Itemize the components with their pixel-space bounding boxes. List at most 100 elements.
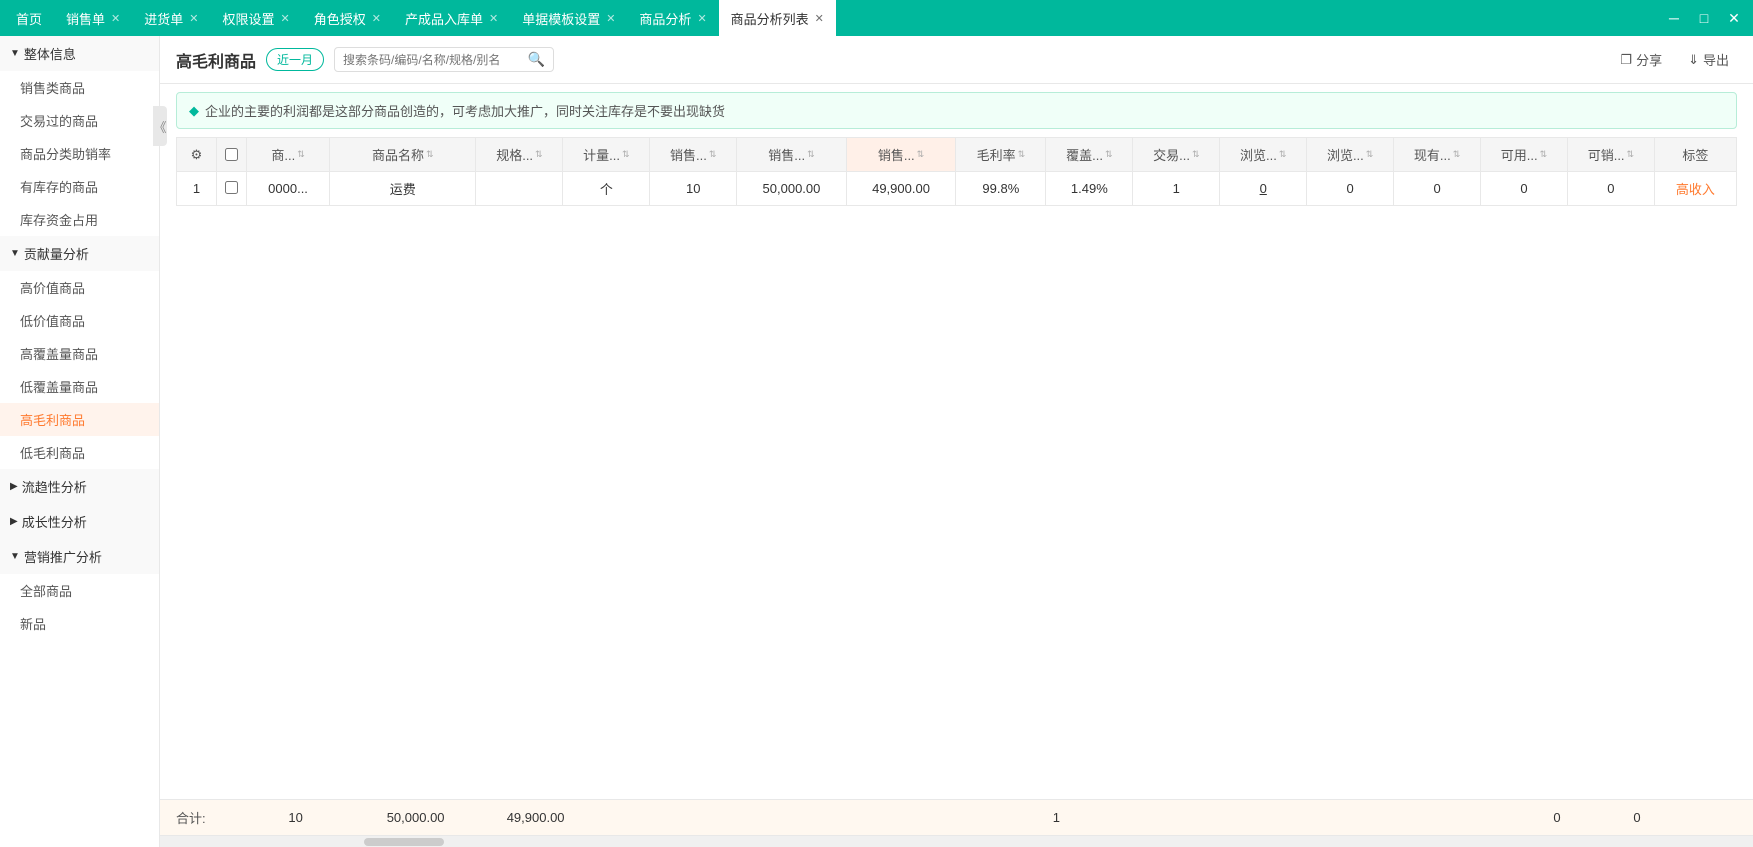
top-navigation: 首页 销售单 ✕ 进货单 ✕ 权限设置 ✕ 角色授权 ✕ 产成品入库单 ✕ 单据… (0, 0, 1753, 36)
sidebar-item-in-stock[interactable]: 有库存的商品 (0, 170, 159, 203)
cell-current: 0 (1394, 172, 1481, 206)
sidebar-item-sales-products[interactable]: 销售类商品 (0, 71, 159, 104)
sort-icon: ⇅ (917, 149, 925, 160)
cell-saleable: 0 (1567, 172, 1654, 206)
sidebar-group-marketing[interactable]: ▼ 营销推广分析 (0, 539, 159, 574)
search-input[interactable] (343, 53, 522, 67)
footer-sales2: 50,000.00 (356, 810, 476, 825)
minimize-button[interactable]: ─ (1659, 0, 1689, 36)
cell-coverage: 1.49% (1046, 172, 1133, 206)
nav-permissions[interactable]: 权限设置 ✕ (210, 0, 301, 36)
horizontal-scrollbar[interactable] (160, 835, 1753, 847)
sidebar-item-low-coverage[interactable]: 低覆盖量商品 (0, 370, 159, 403)
sidebar-item-category-rate[interactable]: 商品分类助销率 (0, 137, 159, 170)
col-product-name[interactable]: 商品名称⇅ (330, 138, 476, 172)
sidebar-item-new-products[interactable]: 新品 (0, 607, 159, 640)
search-icon[interactable]: 🔍 (528, 51, 545, 68)
col-sales1[interactable]: 销售...⇅ (650, 138, 737, 172)
sidebar-group-contribution[interactable]: ▼ 贡献量分析 (0, 236, 159, 271)
data-table: ⚙ 商...⇅ 商品名称⇅ 规格...⇅ (176, 137, 1737, 206)
sidebar-item-all-products[interactable]: 全部商品 (0, 574, 159, 607)
settings-icon: ⚙ (191, 147, 203, 163)
search-box: 🔍 (334, 47, 554, 72)
col-trades[interactable]: 交易...⇅ (1133, 138, 1220, 172)
sidebar-item-high-value[interactable]: 高价值商品 (0, 271, 159, 304)
footer-saleable: 0 (1597, 810, 1677, 825)
share-button[interactable]: ❐ 分享 (1612, 46, 1670, 73)
col-checkbox (217, 138, 247, 172)
col-browse1[interactable]: 浏览...⇅ (1220, 138, 1307, 172)
cell-sales1: 10 (650, 172, 737, 206)
col-available[interactable]: 可用...⇅ (1481, 138, 1568, 172)
sidebar-item-low-margin[interactable]: 低毛利商品 (0, 436, 159, 469)
cell-no: 1 (177, 172, 217, 206)
chevron-down-icon: ▼ (10, 551, 20, 562)
close-icon[interactable]: ✕ (815, 12, 824, 25)
close-icon[interactable]: ✕ (189, 12, 198, 25)
sort-icon: ⇅ (1105, 149, 1113, 160)
close-window-button[interactable]: ✕ (1719, 0, 1749, 36)
close-icon[interactable]: ✕ (697, 12, 706, 25)
cell-sales3: 49,900.00 (846, 172, 956, 206)
nav-roles[interactable]: 角色授权 ✕ (302, 0, 393, 36)
chevron-down-icon: ▼ (10, 248, 20, 259)
close-icon[interactable]: ✕ (606, 12, 615, 25)
select-all-checkbox[interactable] (225, 148, 238, 161)
sidebar-group-overall[interactable]: ▼ 整体信息 (0, 36, 159, 71)
col-gross-rate[interactable]: 毛利率⇅ (956, 138, 1046, 172)
col-code[interactable]: 商...⇅ (247, 138, 330, 172)
sidebar-item-traded-products[interactable]: 交易过的商品 (0, 104, 159, 137)
sidebar-group-growth[interactable]: ▶ 成长性分析 (0, 504, 159, 539)
browse1-link[interactable]: 0 (1260, 181, 1267, 196)
sidebar-collapse-button[interactable]: 《 (153, 106, 167, 146)
row-checkbox[interactable] (225, 181, 238, 194)
close-icon[interactable]: ✕ (489, 12, 498, 25)
close-icon[interactable]: ✕ (111, 12, 120, 25)
chevron-right-icon: ▶ (10, 481, 18, 492)
sort-icon: ⇅ (535, 149, 543, 160)
sort-icon: ⇅ (1453, 149, 1461, 160)
sidebar-item-high-coverage[interactable]: 高覆盖量商品 (0, 337, 159, 370)
info-icon: ◆ (189, 103, 199, 119)
nav-sales[interactable]: 销售单 ✕ (54, 0, 132, 36)
footer-spacer (596, 810, 1017, 825)
close-icon[interactable]: ✕ (281, 12, 290, 25)
window-controls: ─ □ ✕ (1659, 0, 1749, 36)
sidebar-item-low-value[interactable]: 低价值商品 (0, 304, 159, 337)
nav-product-analysis[interactable]: 商品分析 ✕ (627, 0, 718, 36)
cell-trades: 1 (1133, 172, 1220, 206)
export-button[interactable]: ⇓ 导出 (1680, 46, 1737, 73)
maximize-button[interactable]: □ (1689, 0, 1719, 36)
col-saleable[interactable]: 可销...⇅ (1567, 138, 1654, 172)
nav-finished-goods[interactable]: 产成品入库单 ✕ (393, 0, 510, 36)
col-coverage[interactable]: 覆盖...⇅ (1046, 138, 1133, 172)
col-sales3[interactable]: 销售...⇅ (846, 138, 956, 172)
col-settings[interactable]: ⚙ (177, 138, 217, 172)
period-button[interactable]: 近一月 (266, 48, 324, 71)
col-sales2[interactable]: 销售...⇅ (737, 138, 847, 172)
sidebar-item-inventory-capital[interactable]: 库存资金占用 (0, 203, 159, 236)
cell-checkbox (217, 172, 247, 206)
cell-browse1[interactable]: 0 (1220, 172, 1307, 206)
scroll-thumb[interactable] (364, 838, 444, 846)
footer-bar: 合计: 10 50,000.00 49,900.00 1 0 0 (160, 799, 1753, 835)
sort-icon: ⇅ (1627, 149, 1635, 160)
footer-sales3: 49,900.00 (476, 810, 596, 825)
chevron-down-icon: ▼ (10, 48, 20, 59)
nav-purchase[interactable]: 进货单 ✕ (132, 0, 210, 36)
col-current[interactable]: 现有...⇅ (1394, 138, 1481, 172)
table-header-row: ⚙ 商...⇅ 商品名称⇅ 规格...⇅ (177, 138, 1737, 172)
col-spec[interactable]: 规格...⇅ (476, 138, 563, 172)
close-icon[interactable]: ✕ (372, 12, 381, 25)
content-header: 高毛利商品 近一月 🔍 ❐ 分享 ⇓ 导出 (160, 36, 1753, 84)
export-icon: ⇓ (1688, 52, 1699, 68)
sidebar-item-high-margin[interactable]: 高毛利商品 (0, 403, 159, 436)
nav-home[interactable]: 首页 (4, 0, 54, 36)
footer-sales1: 10 (236, 810, 356, 825)
nav-template-settings[interactable]: 单据模板设置 ✕ (510, 0, 627, 36)
sort-icon: ⇅ (1279, 149, 1287, 160)
col-unit[interactable]: 计量...⇅ (563, 138, 650, 172)
sidebar-group-trend[interactable]: ▶ 流趋性分析 (0, 469, 159, 504)
nav-product-analysis-list[interactable]: 商品分析列表 ✕ (719, 0, 836, 36)
col-browse2[interactable]: 浏览...⇅ (1307, 138, 1394, 172)
